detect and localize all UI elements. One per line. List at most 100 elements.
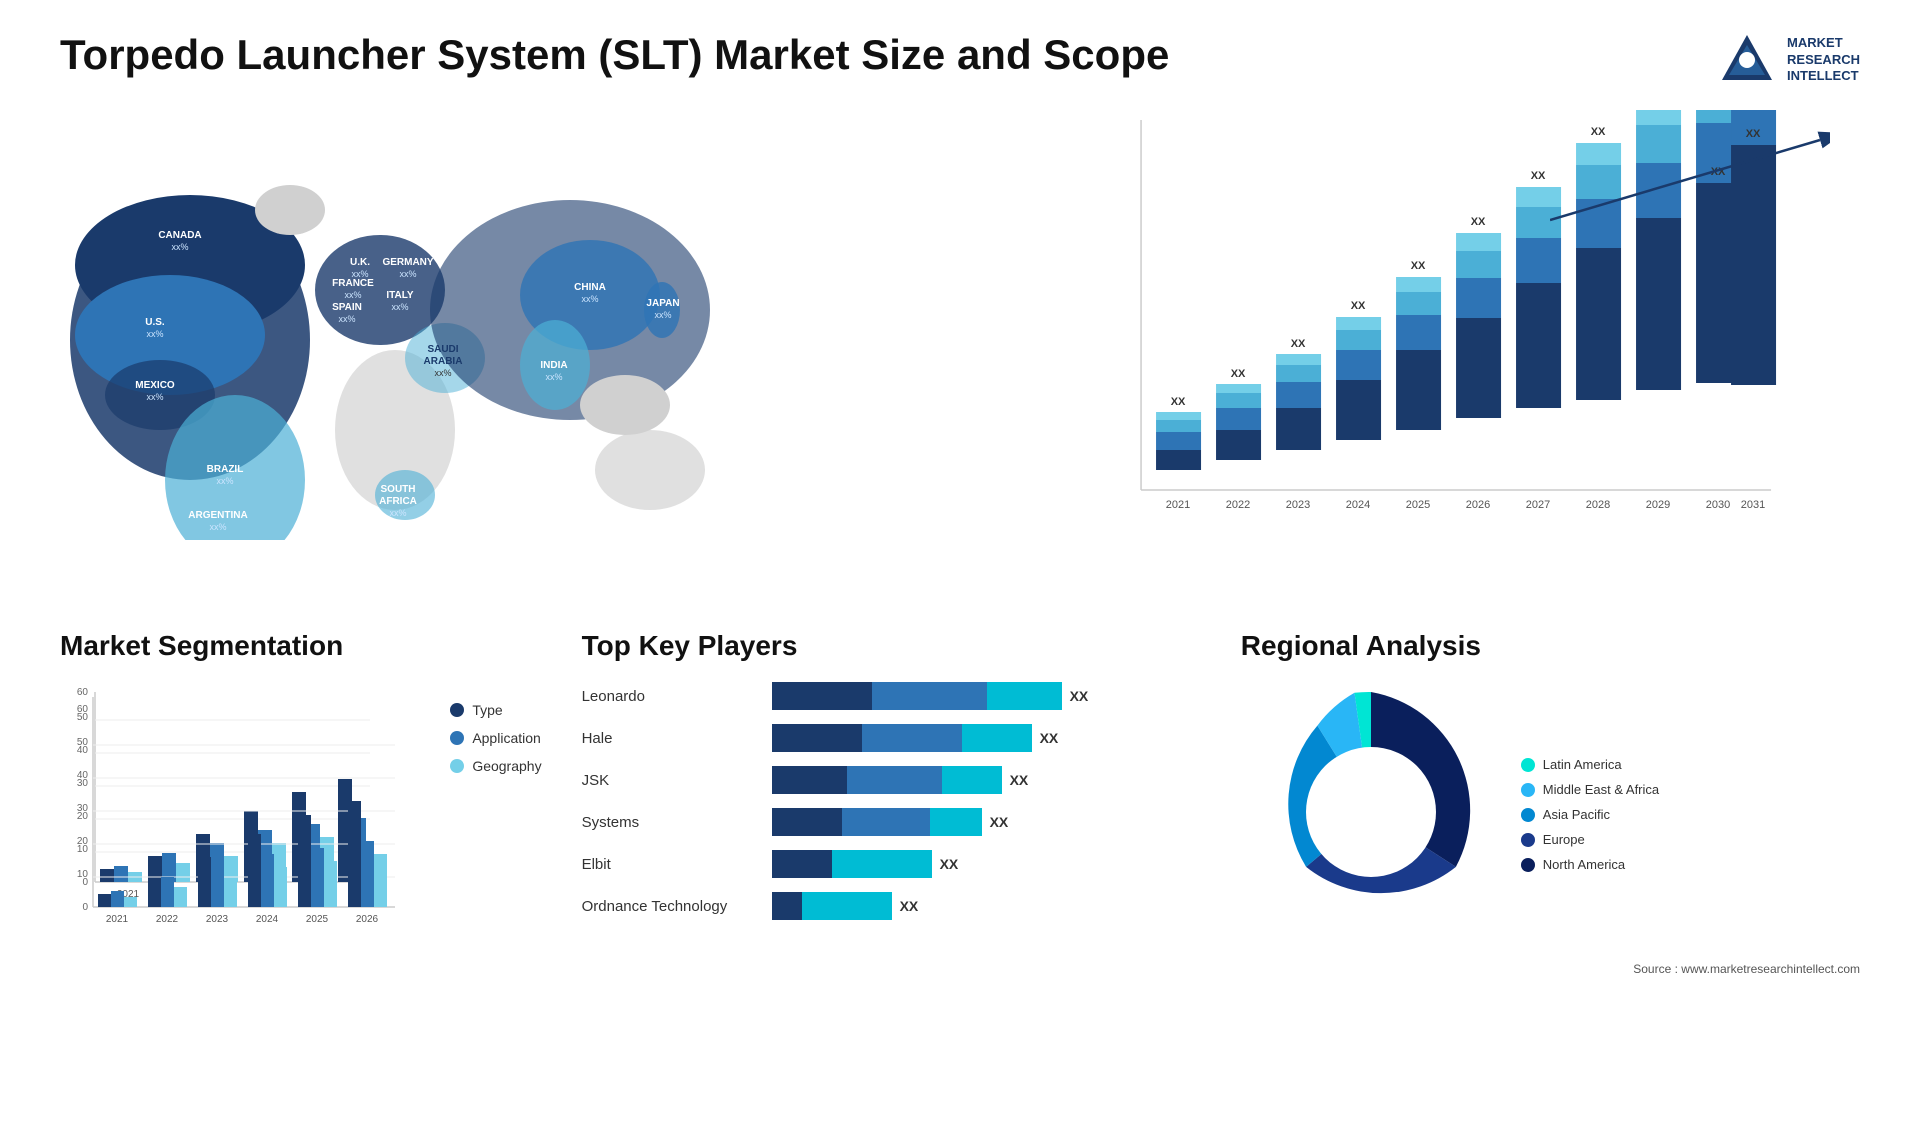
bar-seg3 — [802, 892, 892, 920]
seg-chart-wrapper: 0 10 20 30 40 50 60 — [60, 682, 542, 952]
svg-text:xx%: xx% — [338, 314, 355, 324]
application-dot — [450, 731, 464, 745]
svg-text:xx%: xx% — [216, 476, 233, 486]
svg-text:SAUDI: SAUDI — [427, 344, 458, 355]
svg-text:2027: 2027 — [1526, 499, 1550, 511]
seg-type-label: Type — [472, 702, 502, 718]
player-name-systems: Systems — [582, 814, 762, 831]
bar-seg3 — [942, 766, 1002, 794]
bar-seg1 — [772, 724, 862, 752]
latin-america-dot — [1521, 758, 1535, 772]
player-bar-wrap: XX — [772, 808, 1201, 836]
player-xx: XX — [1070, 688, 1089, 704]
svg-text:10: 10 — [77, 869, 89, 880]
header: Torpedo Launcher System (SLT) Market Siz… — [60, 30, 1860, 90]
svg-text:XX: XX — [1171, 396, 1186, 408]
seg-geography-label: Geography — [472, 758, 541, 774]
middle-east-dot — [1521, 783, 1535, 797]
bar-seg3 — [832, 850, 932, 878]
svg-text:XX: XX — [1351, 300, 1366, 312]
bar-seg1 — [772, 682, 872, 710]
svg-text:2024: 2024 — [256, 914, 279, 925]
seg-legend-application: Application — [450, 730, 541, 746]
player-xx: XX — [1010, 772, 1029, 788]
seg-bars-clean: 0 10 20 30 40 50 60 — [60, 687, 400, 947]
logo-icon — [1717, 30, 1777, 90]
svg-text:2021: 2021 — [1166, 499, 1190, 511]
svg-text:xx%: xx% — [146, 392, 163, 402]
type-dot — [450, 703, 464, 717]
player-xx: XX — [900, 898, 919, 914]
world-map-svg: CANADA xx% U.S. xx% MEXICO xx% BRAZIL xx… — [60, 110, 760, 540]
bar-seg1 — [772, 808, 842, 836]
player-row-leonardo: Leonardo XX — [582, 682, 1201, 710]
svg-text:0: 0 — [82, 902, 88, 913]
legend-middle-east: Middle East & Africa — [1521, 782, 1659, 797]
seg-legend: Type Application Geography — [450, 682, 541, 774]
svg-text:AFRICA: AFRICA — [379, 496, 417, 507]
north-america-label: North America — [1543, 857, 1625, 872]
bar-seg1 — [772, 850, 832, 878]
svg-text:2028: 2028 — [1586, 499, 1610, 511]
svg-text:U.S.: U.S. — [145, 317, 165, 328]
svg-text:2025: 2025 — [306, 914, 329, 925]
seg-bars-area: 0 10 20 30 40 50 60 — [60, 682, 430, 952]
donut-container — [1241, 682, 1501, 947]
svg-text:2029: 2029 — [1646, 499, 1670, 511]
svg-text:2024: 2024 — [1346, 499, 1370, 511]
svg-text:xx%: xx% — [171, 242, 188, 252]
player-bar-wrap: XX — [772, 766, 1201, 794]
svg-text:ARABIA: ARABIA — [424, 356, 463, 367]
svg-text:2021: 2021 — [106, 914, 129, 925]
middle-east-label: Middle East & Africa — [1543, 782, 1659, 797]
asia-pacific-label: Asia Pacific — [1543, 807, 1610, 822]
player-bar-wrap: XX — [772, 892, 1201, 920]
bar-chart-wrapper: XX 2021 XX 2022 XX 2023 — [1022, 110, 1860, 540]
player-bar-elbit — [772, 850, 932, 878]
player-xx: XX — [1040, 730, 1059, 746]
svg-text:2031: 2031 — [1741, 499, 1765, 511]
svg-text:50: 50 — [77, 737, 89, 748]
seg-legend-geography: Geography — [450, 758, 541, 774]
svg-text:XX: XX — [1291, 338, 1306, 350]
svg-text:XX: XX — [1231, 368, 1246, 380]
donut-chart-svg — [1241, 682, 1501, 942]
map-wrapper: CANADA xx% U.S. xx% MEXICO xx% BRAZIL xx… — [60, 110, 982, 540]
svg-text:2022: 2022 — [156, 914, 179, 925]
bar-seg1 — [772, 766, 847, 794]
legend-latin-america: Latin America — [1521, 757, 1659, 772]
svg-text:CANADA: CANADA — [158, 230, 201, 241]
top-section: CANADA xx% U.S. xx% MEXICO xx% BRAZIL xx… — [60, 110, 1860, 590]
bar-seg3 — [987, 682, 1062, 710]
player-bar-ordnance — [772, 892, 892, 920]
latin-america-label: Latin America — [1543, 757, 1622, 772]
key-players-section: Top Key Players Leonardo XX Hale — [582, 630, 1201, 976]
bar-seg2 — [862, 724, 962, 752]
bar-seg2 — [872, 682, 987, 710]
svg-text:XX: XX — [1471, 216, 1486, 228]
svg-text:XX: XX — [1531, 170, 1546, 182]
svg-text:U.K.: U.K. — [350, 257, 370, 268]
svg-text:xx%: xx% — [399, 269, 416, 279]
player-name-hale: Hale — [582, 730, 762, 747]
player-name-leonardo: Leonardo — [582, 688, 762, 705]
regional-wrapper: Latin America Middle East & Africa Asia … — [1241, 682, 1860, 947]
svg-text:BRAZIL: BRAZIL — [207, 464, 244, 475]
svg-text:MEXICO: MEXICO — [135, 380, 175, 391]
bar-seg3 — [930, 808, 982, 836]
svg-text:CHINA: CHINA — [574, 282, 606, 293]
donut-hole — [1306, 747, 1436, 877]
svg-text:xx%: xx% — [654, 310, 671, 320]
segmentation-title: Market Segmentation — [60, 630, 542, 662]
svg-text:30: 30 — [77, 803, 89, 814]
player-bar-leonardo — [772, 682, 1062, 710]
player-bar-wrap: XX — [772, 724, 1201, 752]
svg-text:2023: 2023 — [206, 914, 229, 925]
player-name-elbit: Elbit — [582, 856, 762, 873]
players-table: Leonardo XX Hale — [582, 682, 1201, 920]
svg-text:xx%: xx% — [209, 522, 226, 532]
player-bar-hale — [772, 724, 1032, 752]
europe-dot — [1521, 833, 1535, 847]
svg-text:2026: 2026 — [1466, 499, 1490, 511]
logo-container: MARKET RESEARCH INTELLECT — [1717, 30, 1860, 90]
